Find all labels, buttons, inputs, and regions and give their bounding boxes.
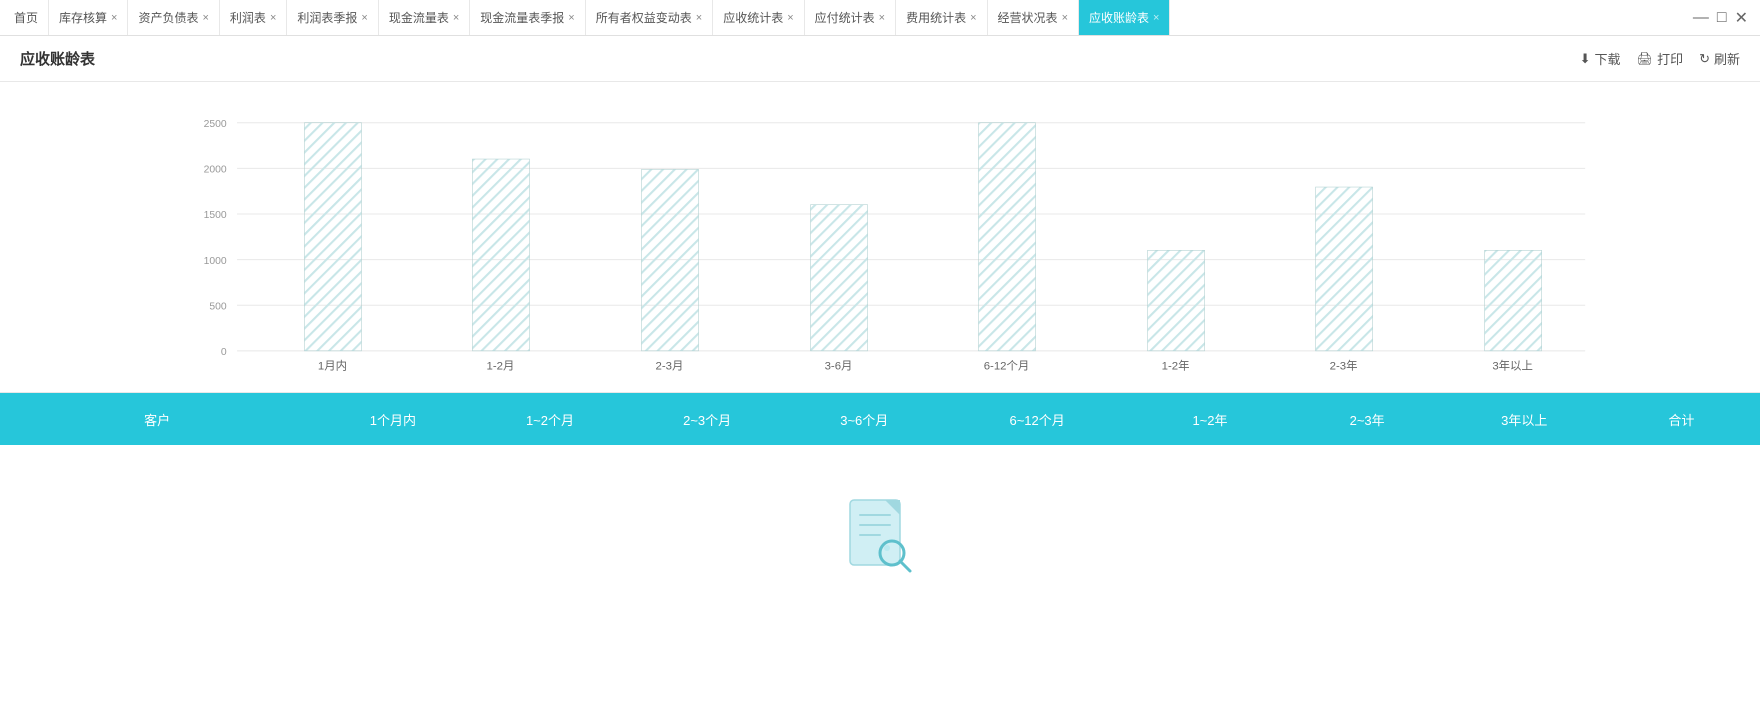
minimize-button[interactable]: —	[1693, 9, 1709, 27]
close-icon[interactable]: ×	[453, 12, 459, 24]
th-6-12m: 6~12个月	[943, 410, 1132, 429]
bar-3y-plus	[1485, 250, 1542, 351]
tab-inventory[interactable]: 库存核算 ×	[49, 0, 128, 36]
print-button[interactable]: 🖨 打印	[1637, 49, 1684, 68]
svg-text:0: 0	[221, 347, 227, 358]
tab-expense-stats[interactable]: 费用统计表 ×	[896, 0, 987, 36]
th-2-3y: 2~3年	[1289, 410, 1446, 429]
svg-text:1000: 1000	[204, 256, 227, 267]
chart-container: 0 500 1000 1500 2000 2500 1月内 1-2月 2-3月	[40, 102, 1720, 382]
empty-state	[0, 445, 1760, 605]
close-icon[interactable]: ×	[568, 12, 574, 24]
close-icon[interactable]: ×	[111, 12, 117, 24]
bar-1-2y	[1148, 250, 1205, 351]
bar-2-3y	[1316, 187, 1373, 351]
tab-home[interactable]: 首页	[4, 0, 49, 36]
svg-text:1500: 1500	[204, 210, 227, 221]
tab-equity[interactable]: 所有者权益变动表 ×	[586, 0, 713, 36]
th-1-2m: 1~2个月	[471, 410, 628, 429]
download-button[interactable]: ⬇ 下载	[1580, 49, 1621, 68]
tab-profit[interactable]: 利润表 ×	[220, 0, 287, 36]
th-3y-plus: 3年以上	[1446, 410, 1603, 429]
svg-text:1-2年: 1-2年	[1162, 359, 1190, 373]
bar-1m	[304, 123, 361, 351]
svg-text:3年以上: 3年以上	[1492, 359, 1533, 373]
bar-3-6m	[811, 205, 868, 351]
th-1-2y: 1~2年	[1131, 410, 1288, 429]
close-icon[interactable]: ×	[879, 12, 885, 24]
tab-profit-quarterly[interactable]: 利润表季报 ×	[287, 0, 378, 36]
bar-6-12m	[979, 123, 1036, 351]
svg-text:2-3年: 2-3年	[1330, 359, 1358, 373]
tab-operation[interactable]: 经营状况表 ×	[988, 0, 1079, 36]
svg-text:2000: 2000	[204, 165, 227, 176]
close-icon[interactable]: ×	[970, 12, 976, 24]
table-header: 客户 1个月内 1~2个月 2~3个月 3~6个月 6~12个月 1~2年 2~…	[0, 393, 1760, 445]
empty-illustration	[830, 485, 930, 585]
svg-text:2500: 2500	[204, 119, 227, 130]
bar-2-3m	[641, 169, 698, 350]
svg-text:6-12个月: 6-12个月	[984, 360, 1030, 373]
close-icon[interactable]: ×	[202, 12, 208, 24]
empty-icon	[830, 485, 930, 585]
window-controls: — □ ✕	[1693, 8, 1756, 28]
tab-payable-stats[interactable]: 应付统计表 ×	[805, 0, 896, 36]
close-icon[interactable]: ×	[1153, 12, 1159, 24]
chart-area: 0 500 1000 1500 2000 2500 1月内 1-2月 2-3月	[0, 82, 1760, 392]
tab-cashflow-quarterly[interactable]: 现金流量表季报 ×	[470, 0, 585, 36]
main-content: 0 500 1000 1500 2000 2500 1月内 1-2月 2-3月	[0, 82, 1760, 720]
tab-bar: 首页 库存核算 × 资产负债表 × 利润表 × 利润表季报 × 现金流量表 × …	[0, 0, 1760, 36]
refresh-icon: ↻	[1699, 51, 1710, 67]
th-3-6m: 3~6个月	[786, 410, 943, 429]
svg-text:1月内: 1月内	[318, 359, 347, 373]
th-2-3m: 2~3个月	[629, 410, 786, 429]
svg-text:1-2月: 1-2月	[487, 361, 515, 373]
maximize-button[interactable]: □	[1717, 9, 1727, 27]
page-title: 应收账龄表	[20, 48, 95, 69]
svg-text:3-6月: 3-6月	[825, 361, 853, 373]
window-close-button[interactable]: ✕	[1735, 8, 1748, 28]
tab-balance[interactable]: 资产负债表 ×	[128, 0, 219, 36]
print-icon: 🖨	[1637, 51, 1654, 67]
bar-1-2m	[472, 159, 529, 351]
header-actions: ⬇ 下载 🖨 打印 ↻ 刷新	[1580, 49, 1740, 68]
close-icon[interactable]: ×	[696, 12, 702, 24]
tab-aging[interactable]: 应收账龄表 ×	[1079, 0, 1170, 36]
th-customer: 客户	[0, 410, 314, 429]
svg-text:2-3月: 2-3月	[656, 361, 684, 373]
tab-cashflow[interactable]: 现金流量表 ×	[379, 0, 470, 36]
svg-text:500: 500	[209, 301, 227, 312]
close-icon[interactable]: ×	[787, 12, 793, 24]
close-icon[interactable]: ×	[361, 12, 367, 24]
bar-chart: 0 500 1000 1500 2000 2500 1月内 1-2月 2-3月	[40, 102, 1720, 382]
close-icon[interactable]: ×	[270, 12, 276, 24]
page-header: 应收账龄表 ⬇ 下载 🖨 打印 ↻ 刷新	[0, 36, 1760, 82]
tab-receivable-stats[interactable]: 应收统计表 ×	[713, 0, 804, 36]
refresh-button[interactable]: ↻ 刷新	[1699, 49, 1740, 68]
th-total: 合计	[1603, 410, 1760, 429]
th-1m: 1个月内	[314, 410, 471, 429]
download-icon: ⬇	[1580, 51, 1591, 67]
close-icon[interactable]: ×	[1062, 12, 1068, 24]
